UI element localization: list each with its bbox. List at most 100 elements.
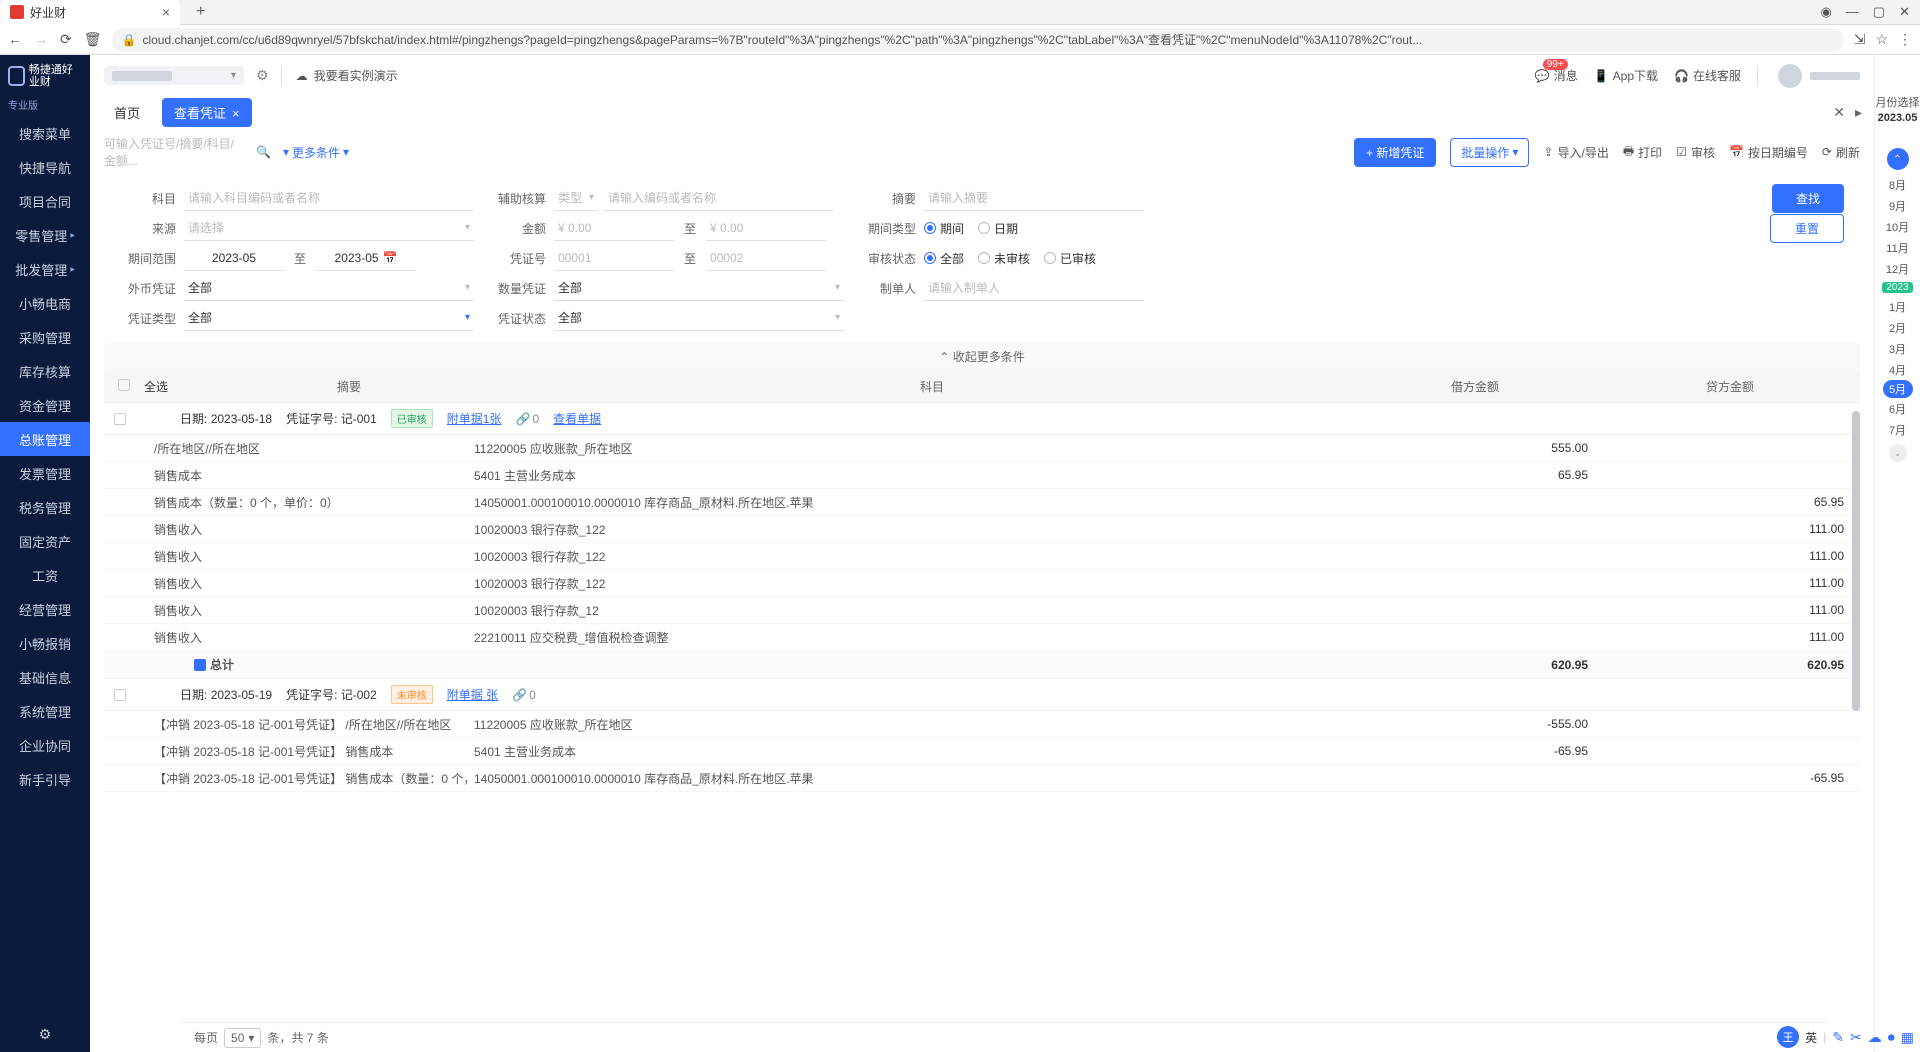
aux-input[interactable]: 请输入编码或者名称 [604,185,834,211]
entry-row[interactable]: 【冲销 2023-05-18 记-001号凭证】 销售成本5401 主营业务成本… [104,738,1860,765]
tray-grid-icon[interactable]: ▦ [1901,1029,1914,1046]
close-icon[interactable]: × [162,4,170,20]
sidebar-item[interactable]: 总账管理 [0,422,90,456]
maker-input[interactable]: 请输入制单人 [924,275,1144,301]
sidebar-item[interactable]: 新手引导 [0,762,90,796]
sidebar-item[interactable]: 项目合同 [0,184,90,218]
entry-row[interactable]: 【冲销 2023-05-18 记-001号凭证】 /所在地区//所在地区1122… [104,711,1860,738]
row-checkbox[interactable] [114,413,126,425]
browser-tab[interactable]: 好业财 × [0,0,180,25]
attachment-link[interactable]: 附单据1张 [447,410,502,427]
qty-select[interactable]: 全部▾ [554,275,844,301]
subject-input[interactable]: 请输入科目编码或者名称 [184,185,474,211]
tab-view-voucher[interactable]: 查看凭证× [162,98,252,127]
settings-gear-icon[interactable]: ⚙ [0,1016,90,1052]
sidebar-item[interactable]: 采购管理 [0,320,90,354]
messages-button[interactable]: 💬 消息 99+ [1535,67,1578,84]
ime-indicator[interactable]: 英 [1805,1029,1817,1046]
back-icon[interactable]: ← [8,31,22,48]
sidebar-item[interactable]: 发票管理 [0,456,90,490]
amount-to-input[interactable]: ¥ 0.00 [706,215,826,241]
demo-link[interactable]: ☁ 我要看实例演示 [296,67,398,84]
scroll-up-icon[interactable]: ⌃ [1887,148,1909,170]
amount-from-input[interactable]: ¥ 0.00 [554,215,674,241]
entry-row[interactable]: 销售成本（数量：0 个，单价：0）14050001.000100010.0000… [104,489,1860,516]
month-option[interactable]: 1月 [1883,296,1913,317]
sidebar-item[interactable]: 税务管理 [0,490,90,524]
org-settings-icon[interactable]: ⚙ [256,67,269,84]
maximize-icon[interactable]: ▢ [1873,4,1885,20]
search-input[interactable]: 可输入凭证号/摘要/科目/金额... [104,135,244,169]
menu-icon[interactable]: ⋮ [1898,31,1912,48]
sidebar-item[interactable]: 系统管理 [0,694,90,728]
close-window-icon[interactable]: ✕ [1899,4,1910,20]
customer-service-button[interactable]: 🎧 在线客服 [1674,67,1741,84]
more-filters-toggle[interactable]: ▾ 更多条件 ▾ [283,144,349,161]
month-option[interactable]: 8月 [1886,174,1909,195]
entry-row[interactable]: 【冲销 2023-05-18 记-001号凭证】 销售成本（数量：0 个，单价：… [104,765,1860,792]
search-icon[interactable]: 🔍 [256,145,271,159]
vstatus-select[interactable]: 全部▾ [554,305,844,331]
vno-to-input[interactable]: 00002 [706,245,826,271]
install-icon[interactable]: ⇲ [1854,31,1866,48]
delete-icon[interactable]: 🗑 [84,31,102,48]
month-option[interactable]: 5月 [1883,380,1913,398]
collapse-filters-button[interactable]: ⌃ 收起更多条件 [104,343,1860,371]
sidebar-item[interactable]: 零售管理 [0,218,90,252]
period-to-input[interactable]: 2023-05 📅 [316,245,416,271]
tray-scissors-icon[interactable]: ✂ [1850,1029,1862,1046]
select-all-checkbox[interactable] [118,379,130,391]
close-icon[interactable]: × [232,106,240,121]
tab-home[interactable]: 首页 [102,98,152,127]
new-tab-button[interactable]: + [188,3,213,21]
radio-period[interactable]: 期间 [924,220,964,237]
sidebar-item[interactable]: 小畅报销 [0,626,90,660]
batch-action-dropdown[interactable]: 批量操作 ▾ [1450,138,1529,167]
audit-button[interactable]: ☑审核 [1676,144,1715,161]
user-seal-icon[interactable]: 王 [1777,1026,1799,1048]
month-option[interactable]: 12月 [1886,258,1909,279]
month-option[interactable]: 7月 [1883,419,1913,440]
sidebar-item[interactable]: 企业协同 [0,728,90,762]
app-download-button[interactable]: 📱 App下载 [1594,67,1658,84]
month-option[interactable]: 11月 [1886,237,1909,258]
radio-audited[interactable]: 已审核 [1044,250,1096,267]
print-button[interactable]: 🖶打印 [1623,142,1662,163]
tray-record-icon[interactable]: ⏺ [1888,1029,1895,1046]
foreign-select[interactable]: 全部▾ [184,275,474,301]
page-size-select[interactable]: 50 ▾ [224,1028,261,1048]
row-checkbox[interactable] [114,689,126,701]
radio-date[interactable]: 日期 [978,220,1018,237]
sidebar-item[interactable]: 快捷导航 [0,150,90,184]
sidebar-item[interactable]: 搜索菜单 [0,116,90,150]
star-icon[interactable]: ☆ [1875,31,1888,48]
entry-row[interactable]: 销售收入22210011 应交税费_增值税检查调整111.00 [104,624,1860,651]
radio-unaudit[interactable]: 未审核 [978,250,1030,267]
scrollbar-thumb[interactable] [1852,411,1860,711]
sidebar-item[interactable]: 小畅电商 [0,286,90,320]
month-option[interactable]: 9月 [1886,195,1909,216]
radio-all[interactable]: 全部 [924,250,964,267]
url-input[interactable]: 🔒 cloud.chanjet.com/cc/u6d89qwnryel/57bf… [112,28,1844,52]
month-option[interactable]: 2月 [1883,317,1913,338]
sidebar-item[interactable]: 批发管理 [0,252,90,286]
expand-icon[interactable]: ▸ [1855,104,1862,121]
period-from-input[interactable]: 2023-05 [184,245,284,271]
entry-row[interactable]: /所在地区//所在地区11220005 应收账款_所在地区555.00 [104,435,1860,462]
sidebar-item[interactable]: 基础信息 [0,660,90,694]
org-selector[interactable]: ▾ [104,66,244,85]
minimize-icon[interactable]: — [1846,4,1859,20]
sidebar-item[interactable]: 库存核算 [0,354,90,388]
attachment-link[interactable]: 附单据 张 [447,686,498,703]
vtype-select[interactable]: 全部▾ [184,305,474,331]
entry-row[interactable]: 销售成本5401 主营业务成本65.95 [104,462,1860,489]
import-export-button[interactable]: ⇪导入/导出 [1543,144,1608,161]
refresh-button[interactable]: ⟳刷新 [1822,144,1860,161]
aux-type-select[interactable]: 类型▾ [554,185,598,211]
tray-edit-icon[interactable]: ✎ [1832,1029,1844,1046]
entry-row[interactable]: 销售收入10020003 银行存款_122111.00 [104,516,1860,543]
reset-button[interactable]: 重置 [1770,214,1844,243]
entry-row[interactable]: 销售收入10020003 银行存款_12111.00 [104,597,1860,624]
month-option[interactable]: 3月 [1883,338,1913,359]
scroll-down-icon[interactable]: ⌄ [1889,444,1907,462]
